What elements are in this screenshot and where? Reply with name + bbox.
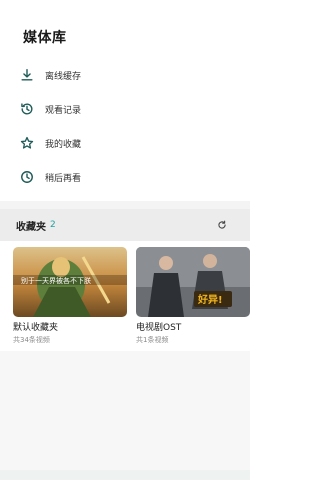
library-menu: 离线缓存 观看记录 我的收藏 稍后再看 <box>0 58 250 194</box>
menu-item-label: 观看记录 <box>45 105 82 116</box>
folder-thumbnail: 别于一天界被各不下朕 <box>13 247 127 317</box>
download-icon <box>19 67 35 83</box>
empty-area <box>0 351 250 480</box>
menu-item-offline-cache[interactable]: 离线缓存 <box>0 58 250 92</box>
folder-thumbnail: 好异! <box>136 247 250 317</box>
folder-title: 默认收藏夹 <box>13 323 59 333</box>
bottom-strip <box>0 470 250 480</box>
thumbnail-caption: 好异! <box>197 293 223 306</box>
section-divider <box>0 201 250 209</box>
favorites-title: 收藏夹 <box>16 221 46 233</box>
star-icon <box>19 135 35 151</box>
page-title: 媒体库 <box>23 30 67 46</box>
folder-subtitle: 共34条视频 <box>13 336 50 344</box>
favorites-header: 收藏夹 2 <box>0 209 250 241</box>
clock-icon <box>19 169 35 185</box>
favorites-grid: 别于一天界被各不下朕 默认收藏夹 共34条视频 好异! 电视剧OST 共1条视频 <box>0 241 250 351</box>
favorites-count: 2 <box>50 220 56 230</box>
history-icon <box>19 101 35 117</box>
refresh-icon[interactable] <box>216 219 228 231</box>
menu-item-label: 我的收藏 <box>45 139 82 150</box>
menu-item-label: 稍后再看 <box>45 173 82 184</box>
folder-subtitle: 共1条视频 <box>136 336 169 344</box>
folder-card-default[interactable]: 别于一天界被各不下朕 默认收藏夹 共34条视频 <box>13 247 127 345</box>
thumbnail-caption: 别于一天界被各不下朕 <box>21 276 91 285</box>
menu-item-label: 离线缓存 <box>45 71 82 82</box>
media-library-page: 媒体库 离线缓存 观看记录 我的收藏 稍后再看 收藏夹 2 别于一天界被各不下朕… <box>0 0 250 480</box>
folder-card-tv-ost[interactable]: 好异! 电视剧OST 共1条视频 <box>136 247 250 345</box>
menu-item-watch-later[interactable]: 稍后再看 <box>0 160 250 194</box>
menu-item-watch-history[interactable]: 观看记录 <box>0 92 250 126</box>
folder-title: 电视剧OST <box>136 323 182 333</box>
menu-item-my-favorites[interactable]: 我的收藏 <box>0 126 250 160</box>
